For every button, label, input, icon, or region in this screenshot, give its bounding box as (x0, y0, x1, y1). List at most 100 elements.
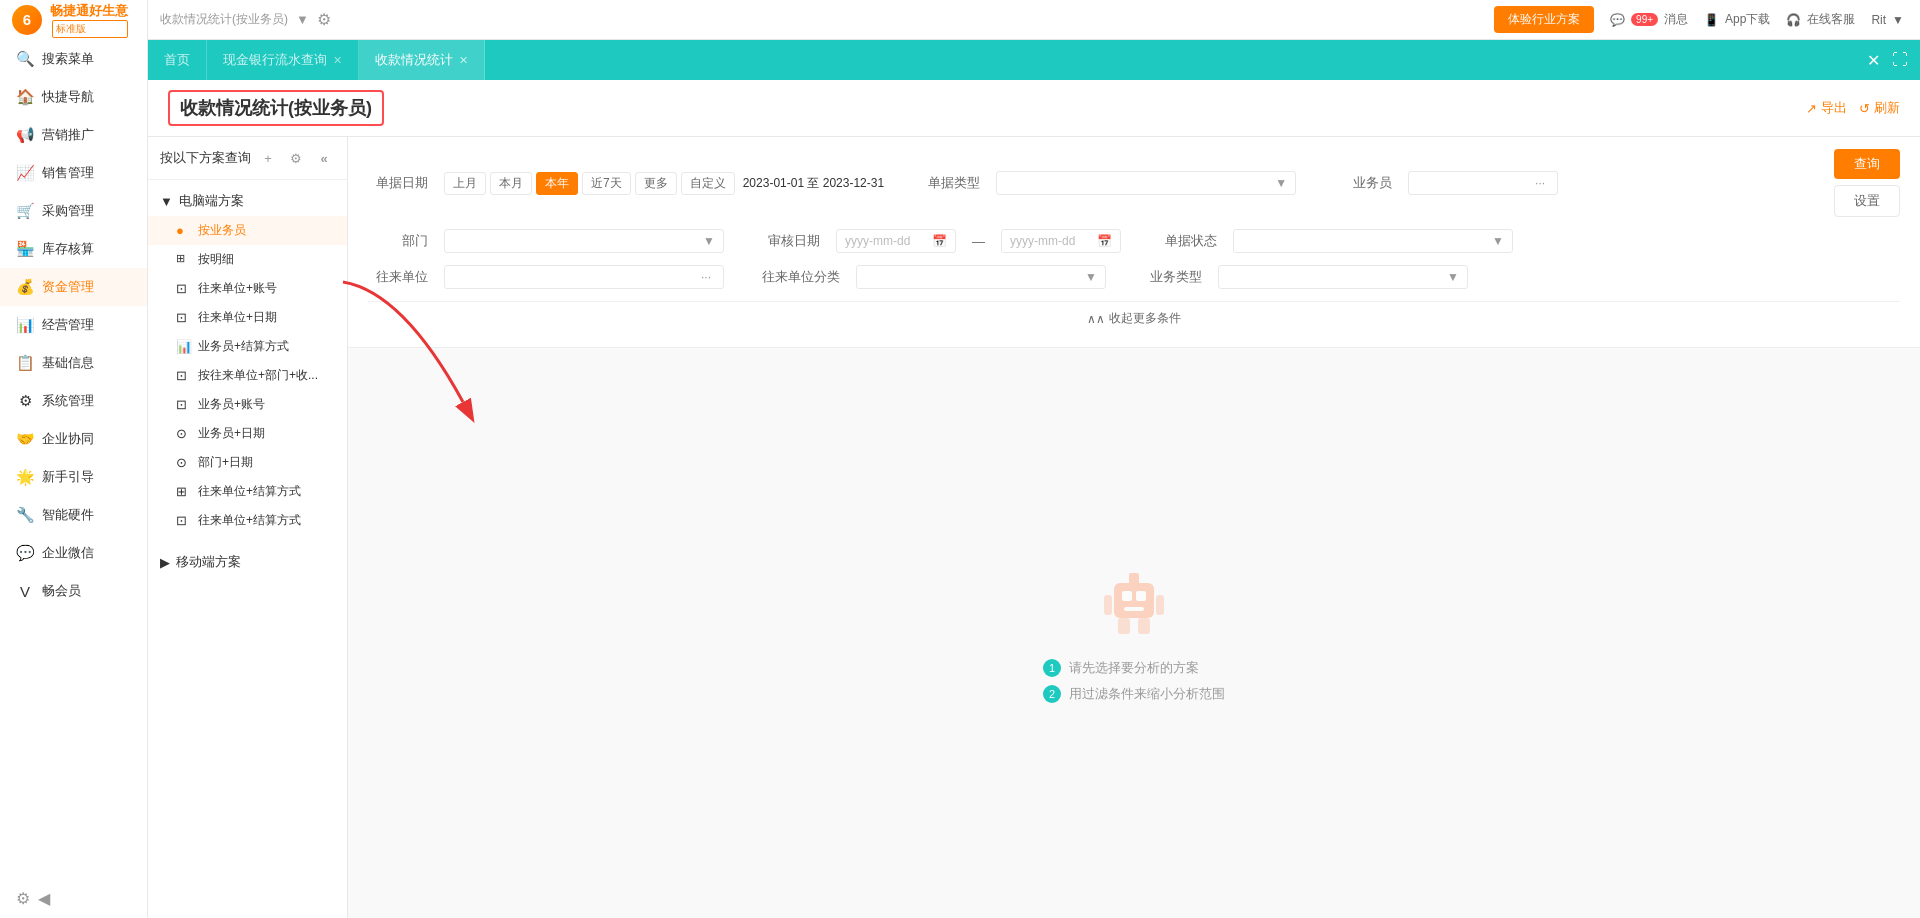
sidebar-item-quick-nav[interactable]: 🏠 快捷导航 (0, 78, 147, 116)
pc-group-arrow: ▼ (160, 194, 173, 209)
scheme-item-detail[interactable]: ⊞ 按明细 (148, 245, 347, 274)
sidebar-item-wechat[interactable]: 💬 企业微信 (0, 534, 147, 572)
date-btn-last-month[interactable]: 上月 (444, 172, 486, 195)
user-menu[interactable]: Rit ▼ (1871, 13, 1904, 27)
dept-label: 部门 (368, 232, 428, 250)
app-download-group[interactable]: 📱 App下载 (1704, 11, 1770, 28)
staff-account-icon: ⊡ (176, 397, 192, 413)
scheme-item-by-staff[interactable]: ● 按业务员 (148, 216, 347, 245)
tab-bank-flow[interactable]: 现金银行流水查询 ✕ (207, 40, 359, 80)
message-icon: 💬 (1610, 13, 1625, 27)
date-btn-7days[interactable]: 近7天 (582, 172, 631, 195)
sidebar-item-guide[interactable]: 🌟 新手引导 (0, 458, 147, 496)
sidebar-item-enterprise[interactable]: 🤝 企业协同 (0, 420, 147, 458)
scheme-item-dept-date[interactable]: ⊙ 部门+日期 (148, 448, 347, 477)
review-date-label: 审核日期 (760, 232, 820, 250)
sidebar-item-inventory[interactable]: 🏪 库存核算 (0, 230, 147, 268)
date-btn-this-month[interactable]: 本月 (490, 172, 532, 195)
doc-status-arrow: ▼ (1492, 234, 1504, 248)
page-title: 收款情况统计(按业务员) (180, 98, 372, 118)
tab-close-bank[interactable]: ✕ (333, 54, 342, 67)
scheme-item-partner-settle1[interactable]: ⊞ 往来单位+结算方式 (148, 477, 347, 506)
sidebar-item-search[interactable]: 🔍 搜索菜单 (0, 40, 147, 78)
scheme-item-partner-settle2[interactable]: ⊡ 往来单位+结算方式 (148, 506, 347, 535)
tab-home[interactable]: 首页 (148, 40, 207, 80)
svg-rect-0 (1114, 583, 1154, 618)
partner-settle2-icon: ⊡ (176, 513, 192, 529)
doc-type-arrow: ▼ (1275, 176, 1287, 190)
svg-rect-7 (1118, 618, 1130, 634)
online-service-group[interactable]: 🎧 在线客服 (1786, 11, 1855, 28)
query-button[interactable]: 查询 (1834, 149, 1900, 179)
app-logo: 6 (12, 5, 42, 35)
app-download-label: App下载 (1725, 11, 1770, 28)
collapse-filter-button[interactable]: ∧∧ 收起更多条件 (368, 301, 1900, 335)
pc-scheme-group-title[interactable]: ▼ 电脑端方案 (148, 186, 347, 216)
biz-type-select[interactable]: ▼ (1218, 265, 1468, 289)
calendar-icon-to[interactable]: 📅 (1097, 234, 1112, 248)
gear-settings[interactable]: ⚙ (317, 10, 331, 29)
doc-type-select[interactable]: ▼ (996, 171, 1296, 195)
breadcrumb-path: 收款情况统计(按业务员) (160, 11, 288, 28)
staff-label: 业务员 (1332, 174, 1392, 192)
sidebar-item-sales[interactable]: 📈 销售管理 (0, 154, 147, 192)
tab-bar: 首页 现金银行流水查询 ✕ 收款情况统计 ✕ ✕ ⛶ (148, 40, 1920, 80)
date-btn-custom[interactable]: 自定义 (681, 172, 735, 195)
sidebar-item-operation[interactable]: 📊 经营管理 (0, 306, 147, 344)
partner-dots[interactable]: ··· (701, 270, 711, 284)
sidebar-item-smart-hardware[interactable]: 🔧 智能硬件 (0, 496, 147, 534)
scheme-panel: 按以下方案查询 + ⚙ « ▼ 电脑端方案 ● 按业务员 (148, 137, 348, 918)
sidebar-item-purchase[interactable]: 🛒 采购管理 (0, 192, 147, 230)
biz-type-arrow: ▼ (1447, 270, 1459, 284)
sidebar-item-basic-info[interactable]: 📋 基础信息 (0, 344, 147, 382)
refresh-button[interactable]: ↺ 刷新 (1859, 99, 1900, 117)
purchase-icon: 🛒 (16, 202, 34, 220)
breadcrumb-arrow[interactable]: ▼ (296, 12, 309, 27)
sales-icon: 📈 (16, 164, 34, 182)
review-date-from[interactable]: yyyy-mm-dd 📅 (836, 229, 956, 253)
partner-category-select[interactable]: ▼ (856, 265, 1106, 289)
trial-button[interactable]: 体验行业方案 (1494, 6, 1594, 33)
tab-collection-stats[interactable]: 收款情况统计 ✕ (359, 40, 485, 80)
right-side: 首页 现金银行流水查询 ✕ 收款情况统计 ✕ ✕ ⛶ 收款情况统计(按业务员) (148, 40, 1920, 918)
notification-badge: 99+ (1631, 13, 1658, 26)
review-date-to[interactable]: yyyy-mm-dd 📅 (1001, 229, 1121, 253)
sidebar-item-marketing[interactable]: 📢 营销推广 (0, 116, 147, 154)
collapse-sidebar-icon[interactable]: ◀ (38, 889, 50, 908)
wechat-icon: 💬 (16, 544, 34, 562)
scheme-settings-button[interactable]: ⚙ (285, 147, 307, 169)
user-arrow-icon: ▼ (1892, 13, 1904, 27)
sidebar-item-finance[interactable]: 💰 资金管理 (0, 268, 147, 306)
vip-icon: V (16, 582, 34, 600)
empty-tip-2: 2 用过滤条件来缩小分析范围 (1043, 685, 1225, 703)
date-btn-more[interactable]: 更多 (635, 172, 677, 195)
app-name: 畅捷通好生意 (50, 2, 128, 20)
add-scheme-button[interactable]: + (257, 147, 279, 169)
scheme-item-staff-account[interactable]: ⊡ 业务员+账号 (148, 390, 347, 419)
sidebar-item-vip[interactable]: V 畅会员 (0, 572, 147, 610)
collapse-panel-button[interactable]: « (313, 147, 335, 169)
sidebar-item-system[interactable]: ⚙ 系统管理 (0, 382, 147, 420)
staff-select[interactable]: ··· (1408, 171, 1558, 195)
filter-settings-button[interactable]: 设置 (1834, 185, 1900, 217)
partner-select[interactable]: ··· (444, 265, 724, 289)
date-btn-this-year[interactable]: 本年 (536, 172, 578, 195)
doc-status-select[interactable]: ▼ (1233, 229, 1513, 253)
scheme-item-partner-dept[interactable]: ⊡ 按往来单位+部门+收... (148, 361, 347, 390)
biz-type-label: 业务类型 (1142, 268, 1202, 286)
scheme-item-staff-date[interactable]: ⊙ 业务员+日期 (148, 419, 347, 448)
export-button[interactable]: ↗ 导出 (1806, 99, 1847, 117)
dept-select[interactable]: ▼ (444, 229, 724, 253)
scheme-item-partner-date[interactable]: ⊡ 往来单位+日期 (148, 303, 347, 332)
staff-dots[interactable]: ··· (1535, 176, 1545, 190)
notification-group[interactable]: 💬 99+ 消息 (1610, 11, 1688, 28)
settings-bottom-icon[interactable]: ⚙ (16, 889, 30, 908)
calendar-icon-from[interactable]: 📅 (932, 234, 947, 248)
scheme-item-staff-settle[interactable]: 📊 业务员+结算方式 (148, 332, 347, 361)
tab-fullscreen-icon[interactable]: ⛶ (1892, 51, 1908, 69)
staff-settle-icon: 📊 (176, 339, 192, 355)
mobile-scheme-group-title[interactable]: ▶ 移动端方案 (148, 547, 347, 577)
tab-close-all-icon[interactable]: ✕ (1867, 51, 1880, 70)
scheme-item-partner-account[interactable]: ⊡ 往来单位+账号 (148, 274, 347, 303)
tab-close-collection[interactable]: ✕ (459, 54, 468, 67)
